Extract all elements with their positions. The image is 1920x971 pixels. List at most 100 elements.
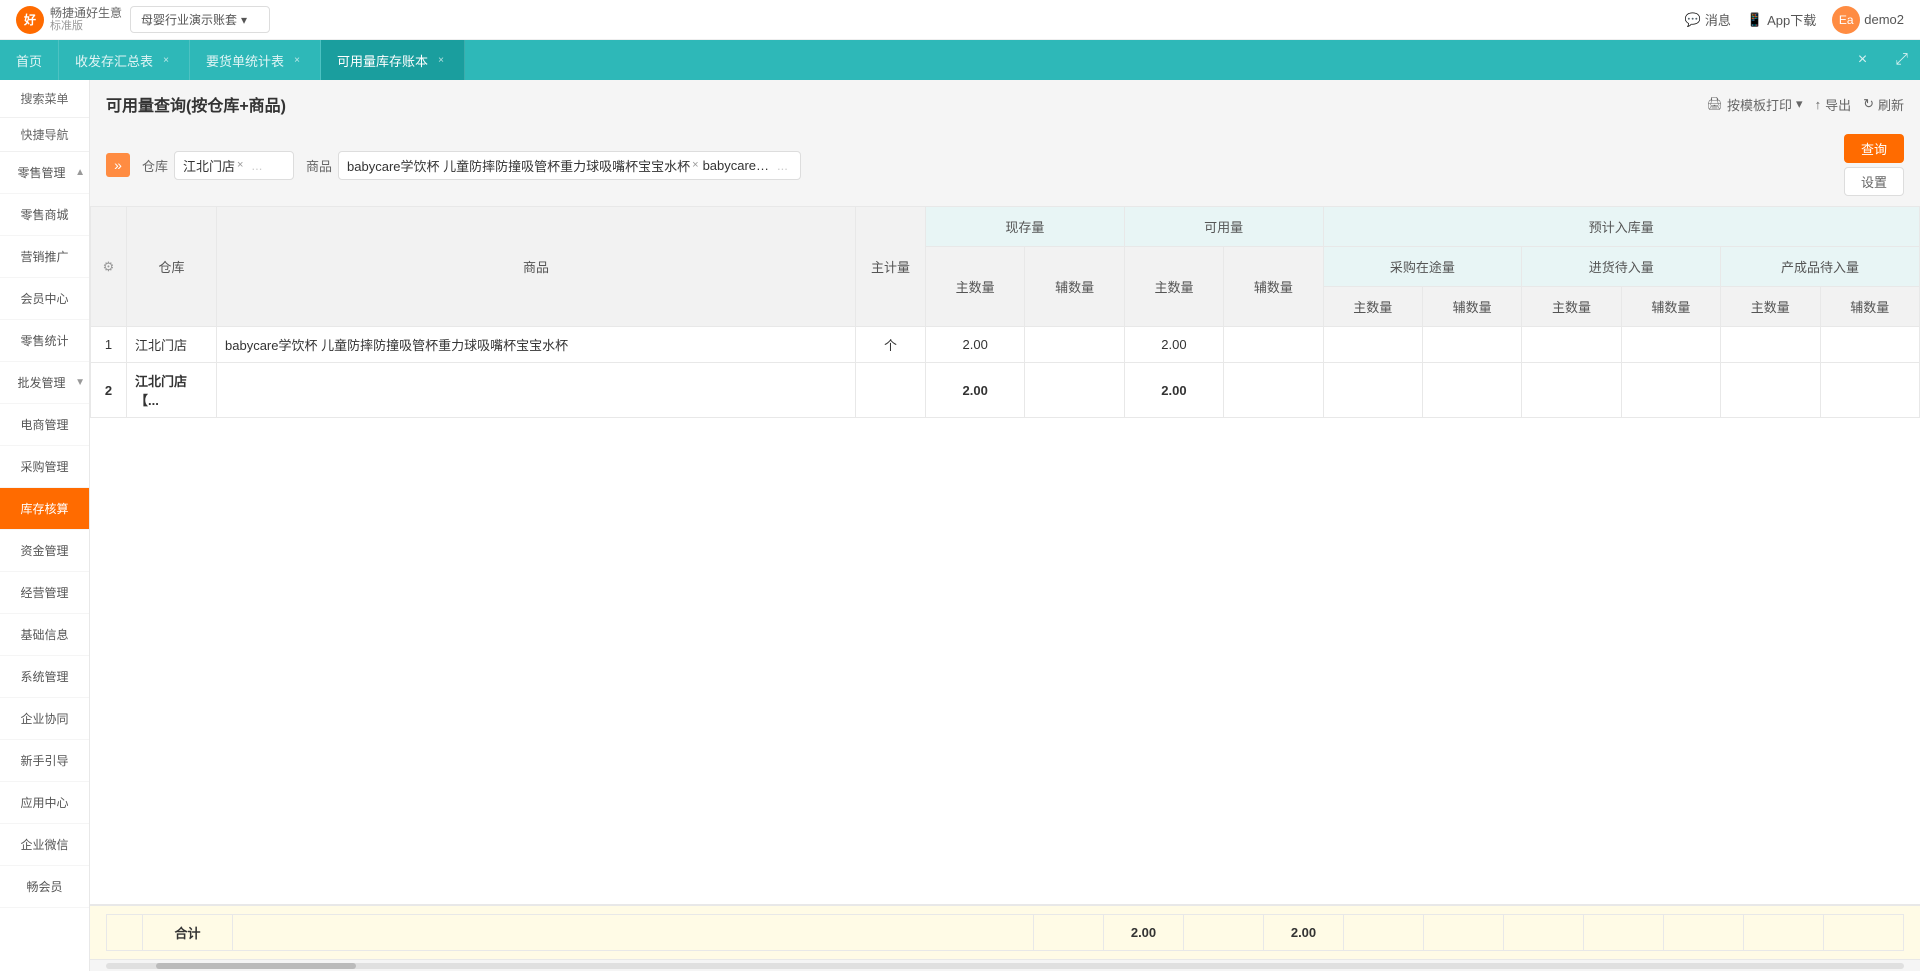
- sidebar-item-enterprise[interactable]: 企业协同: [0, 698, 89, 740]
- sidebar-item-new-guide[interactable]: 新手引导: [0, 740, 89, 782]
- main-layout: 搜索菜单 快捷导航 零售管理 ▲ 零售商城 营销推广 会员中心 零售统计 批发管…: [0, 80, 1920, 971]
- settings-icon[interactable]: ⚙: [103, 259, 115, 274]
- row1-pp-main: [1721, 327, 1820, 363]
- industry-selector[interactable]: 母婴行业演示账套 ▾: [130, 6, 270, 33]
- sidebar-item-retail-stats[interactable]: 零售统计: [0, 320, 89, 362]
- row2-pt-aux: [1422, 363, 1521, 418]
- col-available-aux: 辅数量: [1224, 247, 1323, 327]
- sidebar-item-member-center[interactable]: 会员中心: [0, 278, 89, 320]
- refresh-icon: ↻: [1863, 96, 1874, 112]
- footer-total-row: 合计 2.00 2.00: [107, 915, 1904, 951]
- table-row: 1 江北门店 babycare学饮杯 儿童防摔防撞吸管杯重力球吸嘴杯宝宝水杯 个…: [91, 327, 1920, 363]
- sidebar-item-ops-mgmt[interactable]: 经营管理: [0, 572, 89, 614]
- message-action[interactable]: 💬 消息: [1685, 10, 1731, 29]
- header-left: 好 畅捷通好生意 标准版 母婴行业演示账套 ▾: [16, 6, 270, 34]
- row1-unit: 个: [855, 327, 925, 363]
- row2-current-aux: [1025, 363, 1124, 418]
- col-settings: ⚙: [91, 207, 127, 327]
- sidebar-item-finance-mgmt[interactable]: 资金管理: [0, 530, 89, 572]
- table-container: ⚙ 仓库 商品 主计量 现存量 可用量 预计入库量 主数量 辅数量 主数量 辅数…: [90, 206, 1920, 904]
- sidebar-quick-nav[interactable]: 快捷导航: [0, 118, 89, 152]
- sidebar-item-app-center[interactable]: 应用中心: [0, 782, 89, 824]
- warehouse-tag-remove[interactable]: ×: [237, 159, 243, 171]
- product-tag1: babycare学饮杯 儿童防摔防撞吸管杯重力球吸嘴杯宝宝水杯 ×: [347, 156, 699, 175]
- export-btn[interactable]: ↑ 导出: [1815, 95, 1852, 114]
- sidebar-item-inventory[interactable]: 库存核算: [0, 488, 89, 530]
- warehouse-tag: 江北门店 ×: [183, 156, 243, 175]
- content-area: 可用量查询(按仓库+商品) 🖨 按模板打印 ▾ ↑ 导出 ↻ 刷新: [90, 80, 1920, 971]
- sidebar-item-basic-info[interactable]: 基础信息: [0, 614, 89, 656]
- row1-index: 1: [91, 327, 127, 363]
- product-tag1-remove[interactable]: ×: [692, 159, 698, 171]
- data-table: ⚙ 仓库 商品 主计量 现存量 可用量 预计入库量 主数量 辅数量 主数量 辅数…: [90, 206, 1920, 418]
- col-pt-aux: 辅数量: [1422, 287, 1521, 327]
- user-profile[interactable]: Ea demo2: [1832, 6, 1904, 34]
- header-right: 💬 消息 📱 App下载 Ea demo2: [1685, 6, 1904, 34]
- row2-current-main: 2.00: [925, 363, 1024, 418]
- row2-index: 2: [91, 363, 127, 418]
- top-header: 好 畅捷通好生意 标准版 母婴行业演示账套 ▾ 💬 消息 📱 App下载 Ea …: [0, 0, 1920, 40]
- row1-available-main: 2.00: [1124, 327, 1223, 363]
- product-input[interactable]: babycare学饮杯 儿童防摔防撞吸管杯重力球吸嘴杯宝宝水杯 × babyca…: [338, 151, 801, 180]
- tab-available-stock[interactable]: 可用量库存账本 ×: [321, 40, 465, 80]
- sidebar-item-retail-mgmt[interactable]: 零售管理 ▲: [0, 152, 89, 194]
- tab-home[interactable]: 首页: [0, 40, 59, 80]
- warehouse-dots[interactable]: ...: [247, 158, 266, 173]
- col-current-main: 主数量: [925, 247, 1024, 327]
- footer-available-main: 2.00: [1264, 915, 1344, 951]
- col-product: 商品: [217, 207, 856, 327]
- row2-product: [217, 363, 856, 418]
- row2-available-main: 2.00: [1124, 363, 1223, 418]
- sidebar-search[interactable]: 搜索菜单: [0, 80, 89, 118]
- nav-tabs: 首页 收发存汇总表 × 要货单统计表 × 可用量库存账本 × × ⤢: [0, 40, 1920, 80]
- row1-product: babycare学饮杯 儿童防摔防撞吸管杯重力球吸嘴杯宝宝水杯: [217, 327, 856, 363]
- logo-icon: 好: [16, 6, 44, 34]
- expand-window[interactable]: ⤢: [1883, 40, 1920, 80]
- col-planned-in: 预计入库量: [1323, 207, 1919, 247]
- filter-expand-btn[interactable]: »: [106, 153, 130, 177]
- row1-warehouse: 江北门店: [127, 327, 217, 363]
- sidebar-item-sys-mgmt[interactable]: 系统管理: [0, 656, 89, 698]
- row1-pt-main: [1323, 327, 1422, 363]
- tab-order-stats[interactable]: 要货单统计表 ×: [190, 40, 321, 80]
- sidebar-item-wholesale-mgmt[interactable]: 批发管理 ▼: [0, 362, 89, 404]
- table-row: 2 江北门店【... 2.00 2.00: [91, 363, 1920, 418]
- row2-warehouse: 江北门店【...: [127, 363, 217, 418]
- filter-actions: 查询 设置: [1844, 134, 1904, 196]
- product-dots[interactable]: ...: [773, 158, 792, 173]
- settings-button[interactable]: 设置: [1844, 167, 1904, 196]
- tab-available-stock-close[interactable]: ×: [434, 53, 448, 67]
- app-download-action[interactable]: 📱 App下载: [1747, 10, 1816, 29]
- sidebar-item-ecom-mgmt[interactable]: 电商管理: [0, 404, 89, 446]
- warehouse-input[interactable]: 江北门店 × ...: [174, 151, 294, 180]
- row1-ip-aux: [1621, 327, 1720, 363]
- table-footer: 合计 2.00 2.00: [90, 904, 1920, 959]
- row2-unit: [855, 363, 925, 418]
- sidebar-item-enterprise-wechat[interactable]: 企业微信: [0, 824, 89, 866]
- product-filter-group: 商品 babycare学饮杯 儿童防摔防撞吸管杯重力球吸嘴杯宝宝水杯 × bab…: [306, 151, 801, 180]
- col-production-pending: 产成品待入量: [1721, 247, 1920, 287]
- tab-receipts[interactable]: 收发存汇总表 ×: [59, 40, 190, 80]
- page-title: 可用量查询(按仓库+商品): [106, 92, 286, 116]
- product-tag2: babycare…: [703, 158, 769, 173]
- row2-ip-aux: [1621, 363, 1720, 418]
- bottom-scrollbar[interactable]: [90, 959, 1920, 971]
- tab-order-stats-close[interactable]: ×: [290, 53, 304, 67]
- sidebar-item-retail-mall[interactable]: 零售商城: [0, 194, 89, 236]
- logo-text: 畅捷通好生意 标准版: [50, 6, 122, 34]
- sidebar-item-member-vip[interactable]: 畅会员: [0, 866, 89, 908]
- row1-available-aux: [1224, 327, 1323, 363]
- row2-available-aux: [1224, 363, 1323, 418]
- sidebar-item-marketing[interactable]: 营销推广: [0, 236, 89, 278]
- row1-pt-aux: [1422, 327, 1521, 363]
- warehouse-filter-group: 仓库 江北门店 × ...: [142, 151, 294, 180]
- sidebar-item-purchase-mgmt[interactable]: 采购管理: [0, 446, 89, 488]
- query-button[interactable]: 查询: [1844, 134, 1904, 163]
- print-template-btn[interactable]: 🖨 按模板打印 ▾: [1707, 95, 1803, 114]
- close-all-tabs[interactable]: ×: [1842, 40, 1883, 80]
- row2-pp-main: [1721, 363, 1820, 418]
- tab-receipts-close[interactable]: ×: [159, 53, 173, 67]
- scrollbar-thumb[interactable]: [156, 963, 356, 969]
- refresh-btn[interactable]: ↻ 刷新: [1863, 95, 1904, 114]
- col-warehouse: 仓库: [127, 207, 217, 327]
